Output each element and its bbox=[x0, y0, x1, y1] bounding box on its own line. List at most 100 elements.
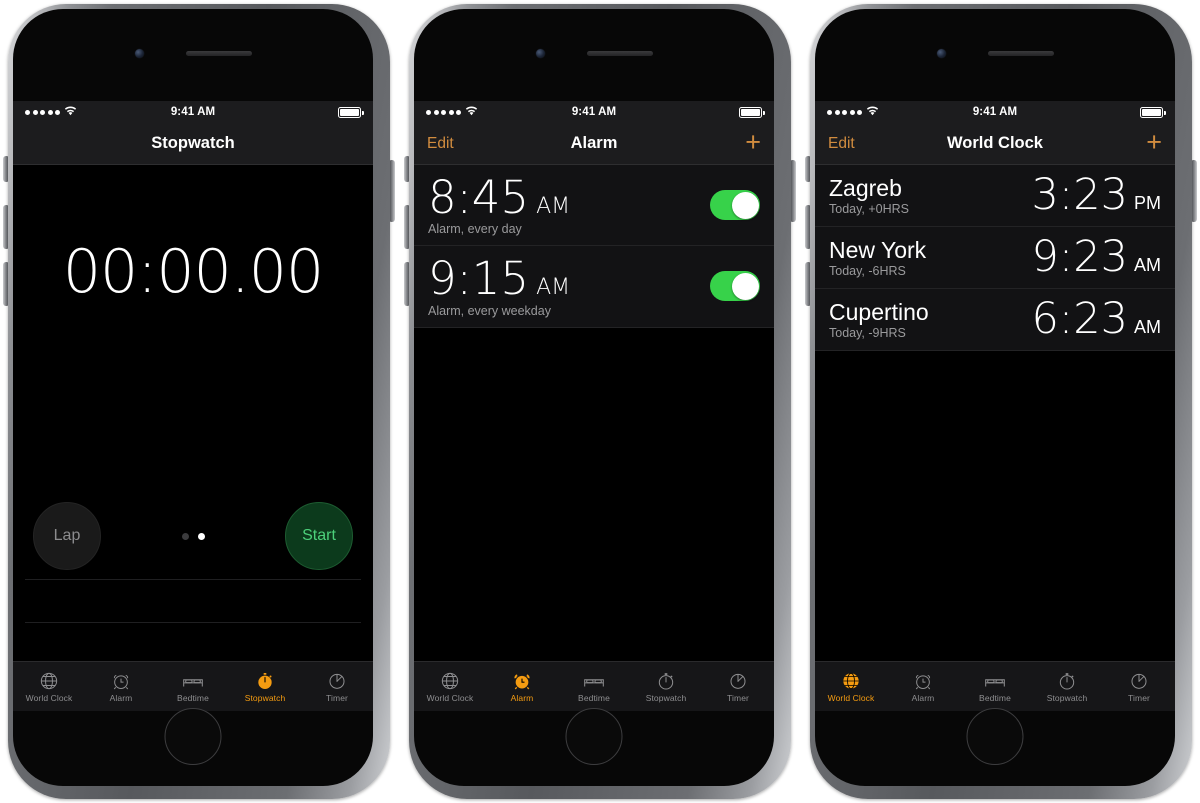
tab-alarm[interactable]: Alarm bbox=[486, 662, 558, 711]
alarm-subtitle: Alarm, every day bbox=[428, 222, 522, 237]
volume-up-button[interactable] bbox=[805, 205, 810, 249]
city-name: Cupertino bbox=[829, 298, 929, 325]
volume-down-button[interactable] bbox=[805, 262, 810, 306]
page-indicator[interactable] bbox=[181, 532, 205, 540]
globe-icon bbox=[841, 671, 861, 691]
battery-icon bbox=[1140, 106, 1166, 118]
city-info: Zagreb Today, +0HRS bbox=[829, 175, 909, 216]
earpiece-speaker-icon bbox=[586, 50, 653, 56]
alarm-hour-minute: 8:45 bbox=[428, 171, 530, 224]
tab-label: Stopwatch bbox=[645, 692, 687, 703]
tab-alarm[interactable]: Alarm bbox=[887, 662, 959, 711]
power-button[interactable] bbox=[791, 160, 796, 222]
city-row[interactable]: New York Today, -6HRS 9:23 AM bbox=[815, 227, 1175, 289]
tab-label: World Clock bbox=[426, 692, 474, 703]
tab-bar: World Clock Alarm Bedtime Stopwatch Time… bbox=[414, 661, 774, 711]
alarm-clock-icon bbox=[512, 671, 532, 691]
nav-bar-world-clock: Edit World Clock + bbox=[815, 123, 1175, 165]
alarm-clock-icon bbox=[913, 671, 933, 691]
screen-stopwatch: 9:41 AM Stopwatch 00:00.00 Lap Start Wor… bbox=[13, 101, 373, 711]
power-button[interactable] bbox=[1192, 160, 1197, 222]
tab-timer[interactable]: Timer bbox=[702, 662, 774, 711]
globe-icon bbox=[440, 671, 460, 691]
start-button[interactable]: Start bbox=[285, 502, 353, 570]
silent-switch[interactable] bbox=[3, 156, 8, 182]
city-time-group: 3:23 PM bbox=[1031, 174, 1161, 217]
city-row[interactable]: Cupertino Today, -9HRS 6:23 AM bbox=[815, 289, 1175, 351]
alarm-row[interactable]: 9:15 AM Alarm, every weekday bbox=[414, 246, 774, 328]
alarm-info: 9:15 AM Alarm, every weekday bbox=[428, 255, 710, 318]
tab-label: Timer bbox=[727, 692, 749, 703]
tab-alarm[interactable]: Alarm bbox=[85, 662, 157, 711]
tab-bar: World Clock Alarm Bedtime Stopwatch Time… bbox=[815, 661, 1175, 711]
tab-label: Stopwatch bbox=[244, 692, 286, 703]
volume-up-button[interactable] bbox=[3, 205, 8, 249]
tab-stopwatch[interactable]: Stopwatch bbox=[229, 662, 301, 711]
stopwatch-icon bbox=[255, 671, 275, 691]
page-title: Stopwatch bbox=[151, 134, 235, 152]
bed-icon bbox=[182, 671, 204, 691]
phone-inner-bezel: 9:41 AM Edit World Clock + Zagreb Today,… bbox=[815, 9, 1175, 786]
city-meridiem: AM bbox=[1134, 255, 1161, 275]
tab-bedtime[interactable]: Bedtime bbox=[157, 662, 229, 711]
city-time-group: 9:23 AM bbox=[1031, 236, 1161, 279]
tab-bedtime[interactable]: Bedtime bbox=[959, 662, 1031, 711]
silent-switch[interactable] bbox=[404, 156, 409, 182]
add-alarm-button[interactable]: + bbox=[745, 128, 761, 159]
phone-inner-bezel: 9:41 AM Edit Alarm + 8:45 AM Alarm, ever… bbox=[414, 9, 774, 786]
city-time: 6:23 bbox=[1031, 294, 1128, 344]
tab-label: Alarm bbox=[911, 692, 935, 703]
home-button[interactable] bbox=[565, 708, 623, 765]
city-row[interactable]: Zagreb Today, +0HRS 3:23 PM bbox=[815, 165, 1175, 227]
tab-world-clock[interactable]: World Clock bbox=[815, 662, 887, 711]
tab-label: Alarm bbox=[510, 692, 534, 703]
front-camera-icon bbox=[936, 48, 946, 58]
timer-icon bbox=[1129, 671, 1149, 691]
edit-button[interactable]: Edit bbox=[828, 135, 855, 153]
city-time-group: 6:23 AM bbox=[1031, 298, 1161, 341]
tab-timer[interactable]: Timer bbox=[301, 662, 373, 711]
tab-stopwatch[interactable]: Stopwatch bbox=[630, 662, 702, 711]
alarm-time: 9:15 AM bbox=[428, 255, 710, 303]
alarm-toggle[interactable] bbox=[710, 271, 760, 302]
city-time: 3:23 bbox=[1031, 170, 1128, 220]
status-bar-clock: 9:41 AM bbox=[972, 106, 1018, 118]
home-button[interactable] bbox=[164, 708, 222, 765]
tab-label: Bedtime bbox=[578, 692, 610, 703]
city-meridiem: AM bbox=[1134, 317, 1161, 337]
tab-stopwatch[interactable]: Stopwatch bbox=[1031, 662, 1103, 711]
alarm-row[interactable]: 8:45 AM Alarm, every day bbox=[414, 165, 774, 247]
front-camera-icon bbox=[535, 48, 545, 58]
phone-stopwatch: 9:41 AM Stopwatch 00:00.00 Lap Start Wor… bbox=[2, 0, 396, 803]
tab-bedtime[interactable]: Bedtime bbox=[558, 662, 630, 711]
home-button[interactable] bbox=[966, 708, 1024, 765]
lap-button[interactable]: Lap bbox=[33, 502, 101, 570]
tab-label: Bedtime bbox=[177, 692, 209, 703]
earpiece-speaker-icon bbox=[987, 50, 1054, 56]
front-camera-icon bbox=[134, 48, 144, 58]
city-offset: Today, -9HRS bbox=[829, 326, 906, 341]
globe-icon bbox=[39, 671, 59, 691]
tab-bar: World Clock Alarm Bedtime Stopwatch Time… bbox=[13, 661, 373, 711]
alarm-meridiem: AM bbox=[536, 194, 571, 219]
tab-world-clock[interactable]: World Clock bbox=[13, 662, 85, 711]
page-title: Alarm bbox=[570, 134, 618, 152]
page-dot-1[interactable] bbox=[181, 532, 189, 540]
alarm-toggle[interactable] bbox=[710, 190, 760, 221]
tab-timer[interactable]: Timer bbox=[1103, 662, 1175, 711]
lap-row-empty bbox=[25, 579, 361, 623]
alarm-clock-icon bbox=[111, 671, 131, 691]
tab-world-clock[interactable]: World Clock bbox=[414, 662, 486, 711]
add-city-button[interactable]: + bbox=[1146, 128, 1162, 159]
volume-down-button[interactable] bbox=[3, 262, 8, 306]
page-dot-2[interactable] bbox=[197, 532, 205, 540]
alarm-subtitle: Alarm, every weekday bbox=[428, 303, 551, 318]
status-bar: 9:41 AM bbox=[13, 101, 373, 123]
silent-switch[interactable] bbox=[805, 156, 810, 182]
volume-up-button[interactable] bbox=[404, 205, 409, 249]
power-button[interactable] bbox=[390, 160, 395, 222]
volume-down-button[interactable] bbox=[404, 262, 409, 306]
earpiece-speaker-icon bbox=[185, 50, 252, 56]
edit-button[interactable]: Edit bbox=[427, 135, 454, 153]
nav-bar-alarm: Edit Alarm + bbox=[414, 123, 774, 165]
